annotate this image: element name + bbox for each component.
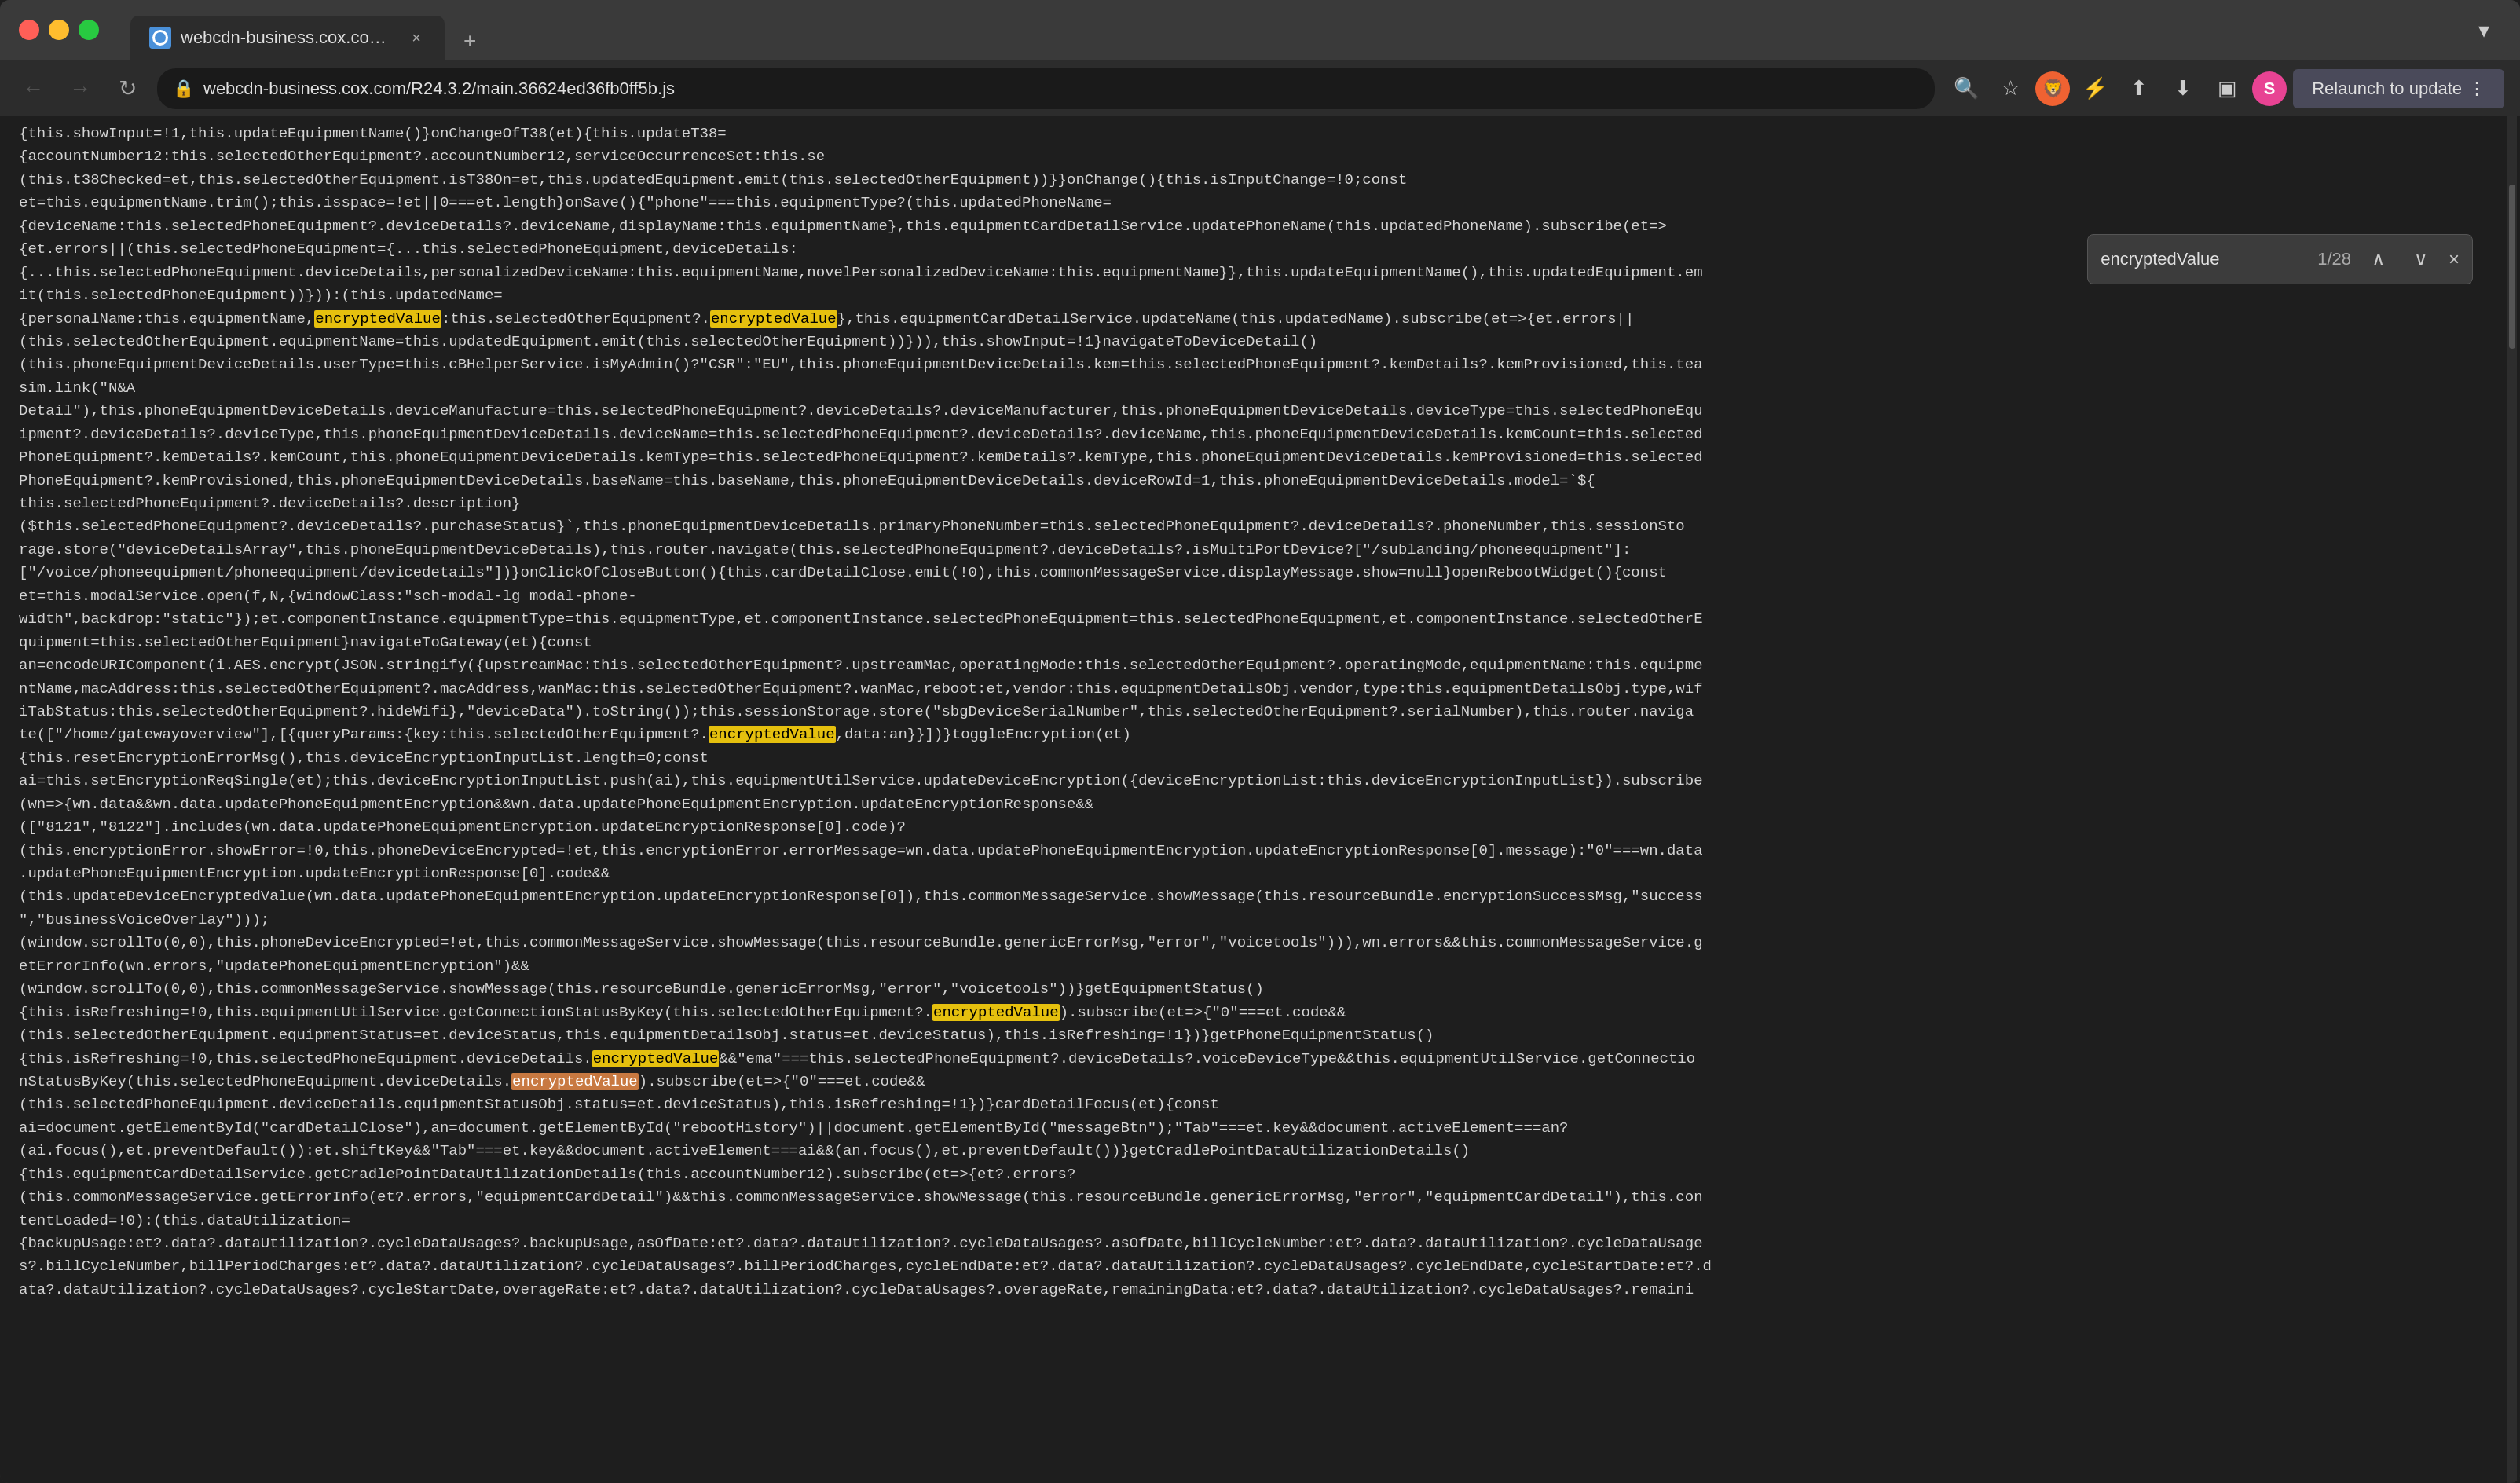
code-line: {personalName:this.equipmentName,encrypt… xyxy=(0,308,2520,331)
brave-icon[interactable]: 🦁 xyxy=(2035,71,2070,106)
code-line: ai=document.getElementById("cardDetailCl… xyxy=(0,1117,2520,1140)
code-line: (this.t38Checked=et,this.selectedOtherEq… xyxy=(0,169,2520,192)
code-line: this.selectedPhoneEquipment?.deviceDetai… xyxy=(0,493,2520,515)
code-line: nStatusByKey(this.selectedPhoneEquipment… xyxy=(0,1071,2520,1093)
code-line: ","businessVoiceOverlay"))); xyxy=(0,909,2520,932)
code-line: {this.resetEncryptionErrorMsg(),this.dev… xyxy=(0,747,2520,770)
find-close-button[interactable]: × xyxy=(2449,248,2460,270)
find-count: 1/28 xyxy=(2317,249,2351,269)
search-highlight: encryptedValue xyxy=(932,1004,1060,1021)
code-line: {this.showInput=!1,this.updateEquipmentN… xyxy=(0,123,2520,145)
bookmark-button[interactable]: ☆ xyxy=(1991,70,2029,108)
code-line: (this.updateDeviceEncryptedValue(wn.data… xyxy=(0,885,2520,908)
scrollbar-thumb[interactable] xyxy=(2509,185,2515,349)
code-line: {accountNumber12:this.selectedOtherEquip… xyxy=(0,145,2520,168)
code-line: ($this.selectedPhoneEquipment?.deviceDet… xyxy=(0,515,2520,538)
code-line: (this.commonMessageService.getErrorInfo(… xyxy=(0,1186,2520,1209)
search-highlight: encryptedValue xyxy=(511,1073,639,1090)
sidebar-button[interactable]: ▣ xyxy=(2208,70,2246,108)
code-line: (this.selectedOtherEquipment.equipmentSt… xyxy=(0,1024,2520,1047)
code-line: et=this.modalService.open(f,N,{windowCla… xyxy=(0,585,2520,608)
content-area: 1/28 ∧ ∨ × {this.showInput=!1,this.updat… xyxy=(0,116,2520,1483)
tab-bar: webcdn-business.cox.com/R... × + xyxy=(130,0,2454,60)
code-line: it(this.selectedPhoneEquipment))})):(thi… xyxy=(0,284,2520,307)
code-line: .updatePhoneEquipmentEncryption.updateEn… xyxy=(0,862,2520,885)
code-line: PhoneEquipment?.kemProvisioned,this.phon… xyxy=(0,470,2520,493)
code-line: {backupUsage:et?.data?.dataUtilization?.… xyxy=(0,1232,2520,1255)
scrollbar[interactable] xyxy=(2507,116,2517,1483)
code-line: (ai.focus(),et.preventDefault()):et.shif… xyxy=(0,1140,2520,1163)
code-line: {this.isRefreshing=!0,this.selectedPhone… xyxy=(0,1048,2520,1071)
close-window-button[interactable] xyxy=(19,20,39,40)
code-line: etErrorInfo(wn.errors,"updatePhoneEquipm… xyxy=(0,955,2520,978)
code-line: width",backdrop:"static"});et.componentI… xyxy=(0,608,2520,631)
nav-bar: ← → ↻ 🔒 webcdn-business.cox.com/R24.3.2/… xyxy=(0,60,2520,116)
extensions-button[interactable]: ⚡ xyxy=(2076,70,2114,108)
code-line: ["/voice/phoneequipment/phoneequipment/d… xyxy=(0,562,2520,584)
address-bar[interactable]: 🔒 webcdn-business.cox.com/R24.3.2/main.3… xyxy=(157,68,1935,109)
search-highlight: encryptedValue xyxy=(709,726,836,743)
find-prev-button[interactable]: ∧ xyxy=(2364,245,2394,273)
url-text: webcdn-business.cox.com/R24.3.2/main.366… xyxy=(203,79,1919,99)
title-bar: webcdn-business.cox.com/R... × + ▾ xyxy=(0,0,2520,60)
code-line: tentLoaded=!0):(this.dataUtilization= xyxy=(0,1210,2520,1232)
code-line: quipment=this.selectedOtherEquipment}nav… xyxy=(0,632,2520,654)
forward-button[interactable]: → xyxy=(63,71,97,106)
code-line: ai=this.setEncryptionReqSingle(et);this.… xyxy=(0,770,2520,793)
tab-favicon xyxy=(149,27,171,49)
relaunch-button[interactable]: Relaunch to update ⋮ xyxy=(2293,69,2504,108)
code-line: ata?.dataUtilization?.cycleDataUsages?.c… xyxy=(0,1279,2520,1302)
code-line: sim.link("N&A xyxy=(0,377,2520,400)
nav-actions: 🔍 ☆ 🦁 ⚡ ⬆ ⬇ ▣ S Relaunch to update ⋮ xyxy=(1947,69,2504,108)
browser-window: webcdn-business.cox.com/R... × + ▾ ← → ↻… xyxy=(0,0,2520,1483)
relaunch-menu-icon: ⋮ xyxy=(2468,79,2485,99)
find-bar: 1/28 ∧ ∨ × xyxy=(2087,234,2473,284)
code-line: (this.selectedOtherEquipment.equipmentNa… xyxy=(0,331,2520,353)
back-button[interactable]: ← xyxy=(16,71,50,106)
active-tab[interactable]: webcdn-business.cox.com/R... × xyxy=(130,16,445,60)
maximize-window-button[interactable] xyxy=(79,20,99,40)
find-input[interactable] xyxy=(2101,249,2305,269)
code-line: (window.scrollTo(0,0),this.commonMessage… xyxy=(0,978,2520,1001)
browser-menu-button[interactable]: ▾ xyxy=(2467,13,2501,47)
minimize-window-button[interactable] xyxy=(49,20,69,40)
tab-title: webcdn-business.cox.com/R... xyxy=(181,27,397,48)
code-line: et=this.equipmentName.trim();this.isspac… xyxy=(0,192,2520,214)
code-view: {this.showInput=!1,this.updateEquipmentN… xyxy=(0,116,2520,1483)
reload-button[interactable]: ↻ xyxy=(110,71,145,106)
code-line: an=encodeURIComponent(i.AES.encrypt(JSON… xyxy=(0,654,2520,677)
code-line: Detail"),this.phoneEquipmentDeviceDetail… xyxy=(0,400,2520,423)
code-line: te(["/home/gatewayoverview"],[{queryPara… xyxy=(0,723,2520,746)
code-line: (this.selectedPhoneEquipment.deviceDetai… xyxy=(0,1093,2520,1116)
search-highlight: encryptedValue xyxy=(710,310,837,328)
downloads-button[interactable]: ⬇ xyxy=(2164,70,2202,108)
new-tab-button[interactable]: + xyxy=(451,22,489,60)
code-line: {this.equipmentCardDetailService.getCrad… xyxy=(0,1163,2520,1186)
code-line: {this.isRefreshing=!0,this.equipmentUtil… xyxy=(0,1001,2520,1024)
search-action-button[interactable]: 🔍 xyxy=(1947,70,1985,108)
lock-icon: 🔒 xyxy=(173,79,194,99)
code-line: PhoneEquipment?.kemDetails?.kemCount,thi… xyxy=(0,446,2520,469)
code-line: rage.store("deviceDetailsArray",this.pho… xyxy=(0,539,2520,562)
search-highlight: encryptedValue xyxy=(314,310,441,328)
code-line: s?.billCycleNumber,billPeriodCharges:et?… xyxy=(0,1255,2520,1278)
code-line: (this.phoneEquipmentDeviceDetails.userTy… xyxy=(0,353,2520,376)
search-highlight: encryptedValue xyxy=(592,1050,720,1067)
tab-close-button[interactable]: × xyxy=(407,27,426,49)
code-line: iTabStatus:this.selectedOtherEquipment?.… xyxy=(0,701,2520,723)
share-button[interactable]: ⬆ xyxy=(2120,70,2158,108)
relaunch-label: Relaunch to update xyxy=(2312,79,2462,99)
find-next-button[interactable]: ∨ xyxy=(2406,245,2436,273)
profile-button[interactable]: S xyxy=(2252,71,2287,106)
traffic-lights xyxy=(19,20,99,40)
code-line: (wn=>{wn.data&&wn.data.updatePhoneEquipm… xyxy=(0,793,2520,816)
code-line: (this.encryptionError.showError=!0,this.… xyxy=(0,840,2520,862)
code-line: (["8121","8122"].includes(wn.data.update… xyxy=(0,816,2520,839)
code-line: (window.scrollTo(0,0),this.phoneDeviceEn… xyxy=(0,932,2520,954)
code-line: ipment?.deviceDetails?.deviceType,this.p… xyxy=(0,423,2520,446)
code-line: ntName,macAddress:this.selectedOtherEqui… xyxy=(0,678,2520,701)
